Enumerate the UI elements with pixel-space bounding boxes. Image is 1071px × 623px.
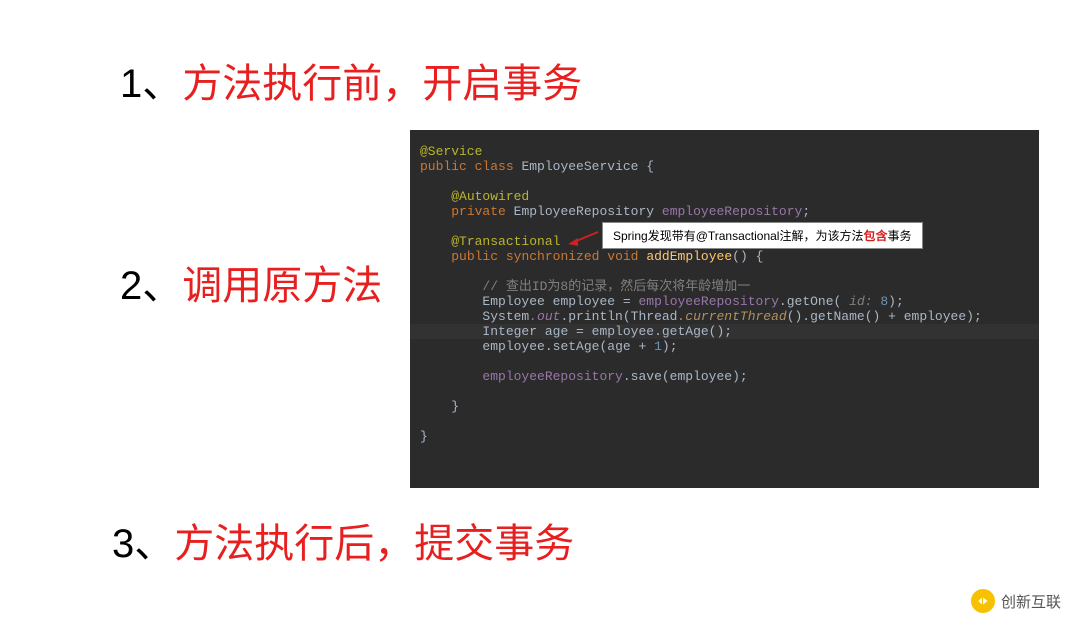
brace: }: [420, 429, 428, 444]
watermark-text: 创新互联: [1001, 591, 1061, 612]
step-1-number: 1、: [120, 62, 182, 106]
sys: System: [482, 309, 529, 324]
thread: Thread: [631, 309, 678, 324]
brace: {: [756, 249, 764, 264]
tooltip-highlight: 包含: [863, 229, 887, 243]
annotation-service: @Service: [420, 144, 482, 159]
annotation-autowired: @Autowired: [451, 189, 529, 204]
type: Integer: [482, 324, 537, 339]
step-1-text: 方法执行前，开启事务: [182, 62, 582, 106]
op: =: [568, 324, 591, 339]
brace: {: [646, 159, 654, 174]
plus: + employee);: [880, 309, 981, 324]
kw: public: [451, 249, 498, 264]
step-1: 1、方法执行前，开启事务: [120, 60, 582, 108]
step-2-text: 调用原方法: [182, 264, 382, 308]
code-comment: // 查出ID为8的记录，然后每次将年龄增加一: [482, 279, 750, 294]
parens: (): [732, 249, 748, 264]
getage: employee.getAge();: [592, 324, 732, 339]
op: =: [615, 294, 638, 309]
semi: ;: [802, 204, 810, 219]
field: employeeRepository: [638, 294, 778, 309]
kw: class: [475, 159, 514, 174]
field: employeeRepository: [662, 204, 802, 219]
getname: ().getName(): [787, 309, 881, 324]
class-name: EmployeeService: [521, 159, 638, 174]
close: );: [662, 339, 678, 354]
watermark-logo-icon: [971, 589, 995, 613]
watermark: 创新互联: [971, 589, 1061, 613]
println: .println(: [560, 309, 630, 324]
var: employee: [553, 294, 615, 309]
kw: private: [451, 204, 506, 219]
brace: }: [451, 399, 459, 414]
save: .save(employee);: [623, 369, 748, 384]
var: age: [545, 324, 568, 339]
number: 1: [654, 339, 662, 354]
annotation-transactional: @Transactional: [451, 234, 560, 249]
kw: public: [420, 159, 467, 174]
step-2-number: 2、: [120, 264, 182, 308]
param: id:: [841, 294, 880, 309]
code-editor: @Service public class EmployeeService { …: [410, 130, 1039, 488]
tooltip-transactional: Spring发现带有@Transactional注解，为该方法包含事务: [602, 222, 923, 249]
type: Employee: [482, 294, 544, 309]
field: employeeRepository: [482, 369, 622, 384]
number: 8: [880, 294, 888, 309]
kw: synchronized: [506, 249, 600, 264]
kw: void: [607, 249, 638, 264]
step-3-number: 3、: [112, 522, 174, 566]
var: age: [607, 339, 630, 354]
tooltip-post: 事务: [887, 229, 911, 243]
out: .out: [529, 309, 560, 324]
step-3-text: 方法执行后，提交事务: [174, 522, 574, 566]
step-3: 3、方法执行后，提交事务: [112, 520, 574, 568]
var: employee: [482, 339, 544, 354]
call: .getOne(: [779, 294, 841, 309]
current-thread: .currentThread: [677, 309, 786, 324]
tooltip-pre: Spring发现带有@Transactional注解，为该方法: [613, 229, 863, 243]
type: EmployeeRepository: [514, 204, 654, 219]
close: );: [888, 294, 904, 309]
method-name: addEmployee: [646, 249, 732, 264]
step-2: 2、调用原方法: [120, 262, 382, 310]
